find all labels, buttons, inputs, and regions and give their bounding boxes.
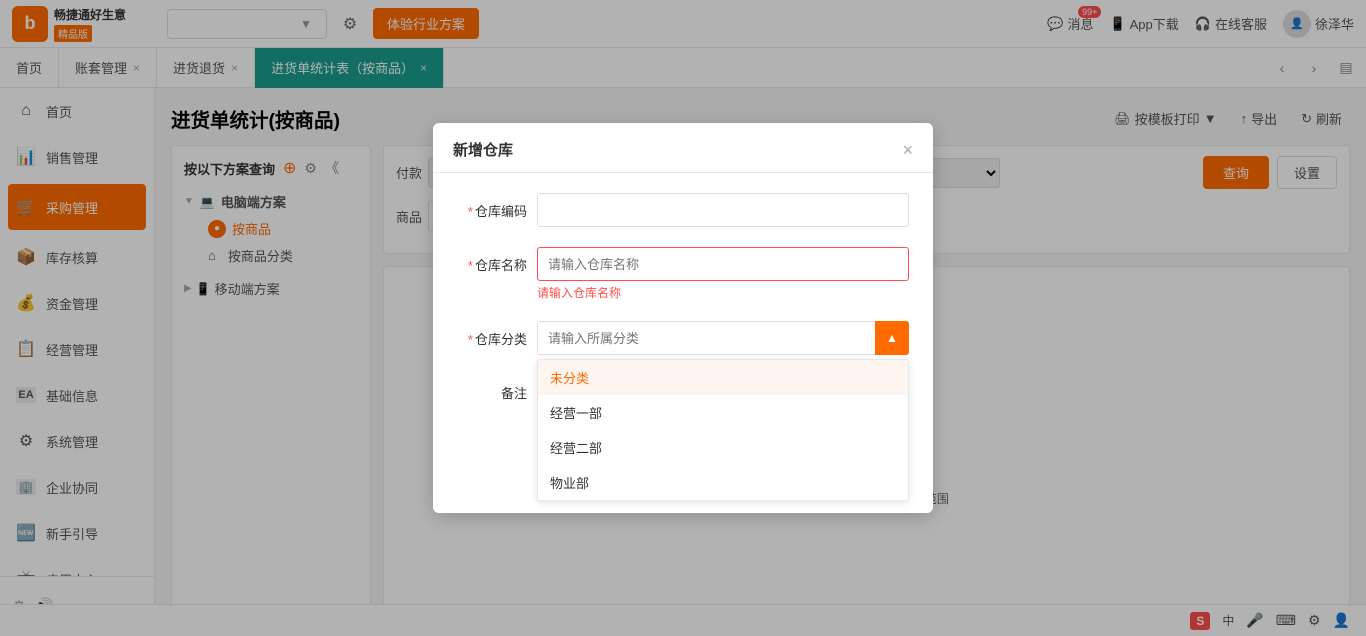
name-control: 请输入仓库名称 bbox=[537, 247, 909, 301]
name-error-msg: 请输入仓库名称 bbox=[537, 284, 909, 301]
category-control: ▲ 未分类 经营一部 经营二部 物业部 bbox=[537, 321, 909, 355]
category-dropdown: 未分类 经营一部 经营二部 物业部 bbox=[537, 359, 909, 501]
add-warehouse-dialog: 新增仓库 × 仓库编码 04 仓库名称 请输入仓库名称 仓库分类 ▲ bbox=[433, 123, 933, 513]
code-label: 仓库编码 bbox=[457, 193, 537, 220]
dialog-title: 新增仓库 bbox=[453, 139, 513, 160]
category-label: 仓库分类 bbox=[457, 321, 537, 348]
code-field-row: 仓库编码 04 bbox=[457, 193, 909, 227]
dropdown-item-1[interactable]: 经营一部 bbox=[538, 395, 908, 430]
dropdown-item-0[interactable]: 未分类 bbox=[538, 360, 908, 395]
dropdown-item-3[interactable]: 物业部 bbox=[538, 465, 908, 500]
dialog-body: 仓库编码 04 仓库名称 请输入仓库名称 仓库分类 ▲ 未分类 bbox=[433, 173, 933, 438]
name-field-row: 仓库名称 请输入仓库名称 bbox=[457, 247, 909, 301]
note-label: 备注 bbox=[457, 375, 537, 402]
dropdown-item-2[interactable]: 经营二部 bbox=[538, 430, 908, 465]
name-input[interactable] bbox=[537, 247, 909, 281]
dialog-header: 新增仓库 × bbox=[433, 123, 933, 173]
category-input[interactable] bbox=[537, 321, 909, 355]
code-control: 04 bbox=[537, 193, 909, 227]
name-label: 仓库名称 bbox=[457, 247, 537, 274]
dialog-close-button[interactable]: × bbox=[902, 141, 913, 159]
code-input[interactable]: 04 bbox=[537, 193, 909, 227]
category-field-row: 仓库分类 ▲ 未分类 经营一部 经营二部 物业部 bbox=[457, 321, 909, 355]
chevron-up-icon: ▲ bbox=[886, 331, 898, 345]
category-toggle-btn[interactable]: ▲ bbox=[875, 321, 909, 355]
